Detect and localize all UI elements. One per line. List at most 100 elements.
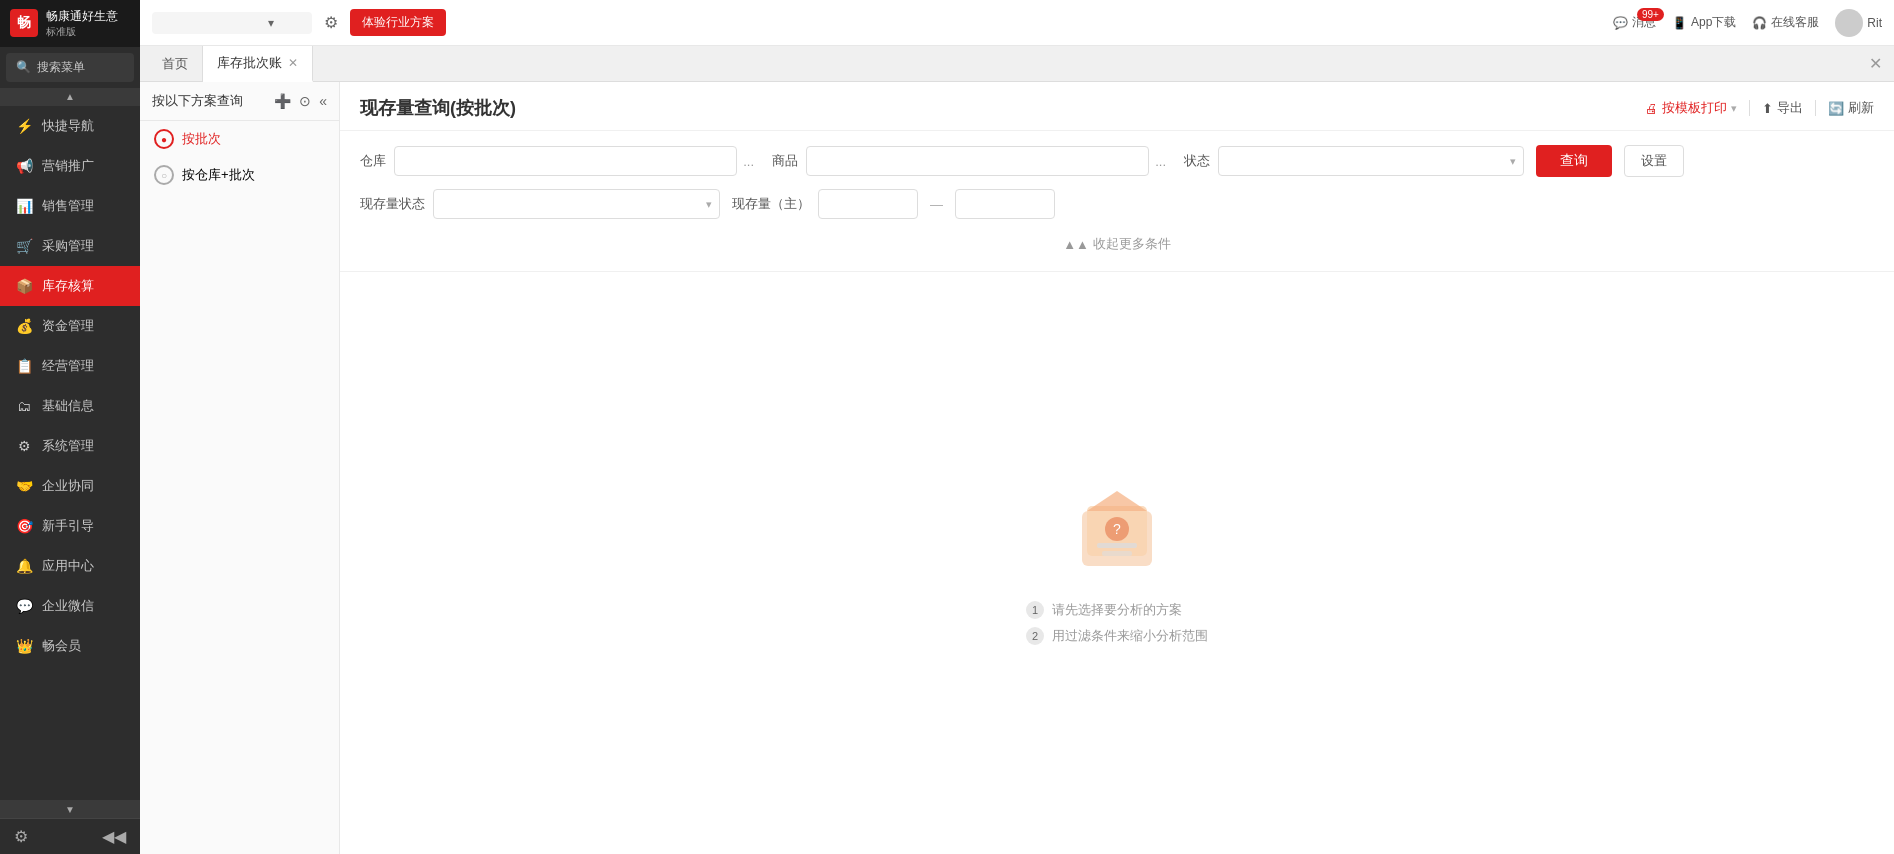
query-btn[interactable]: 查询 — [1536, 145, 1612, 177]
sidebar-item-sales[interactable]: 📊 销售管理 — [0, 186, 140, 226]
empty-tips: 1 请先选择要分析的方案 2 用过滤条件来缩小分析范围 — [1026, 601, 1208, 645]
app-download-btn[interactable]: 📱 App下载 — [1672, 14, 1736, 31]
marketing-icon: 📢 — [14, 156, 34, 176]
product-input[interactable] — [806, 146, 1149, 176]
refresh-btn[interactable]: 🔄 刷新 — [1828, 99, 1874, 117]
app-title: 畅康通好生意 — [46, 8, 118, 25]
inventory-status-label: 现存量状态 — [360, 195, 425, 213]
apps-icon: 🔔 — [14, 556, 34, 576]
print-chevron-icon[interactable]: ▾ — [1731, 102, 1737, 115]
empty-state: ? 1 请先选择要分析的方案 2 用过滤条件来缩小分析范围 — [340, 272, 1894, 854]
settings-plan-icon[interactable]: ⊙ — [299, 93, 311, 109]
sidebar-scroll-up[interactable]: ▲ — [0, 88, 140, 106]
sidebar-item-label: 资金管理 — [42, 317, 94, 335]
settings-btn[interactable]: 设置 — [1624, 145, 1684, 177]
tab-close-icon[interactable]: ✕ — [288, 56, 298, 70]
svg-text:?: ? — [1113, 521, 1121, 537]
tab-inventory-batch[interactable]: 库存批次账 ✕ — [203, 46, 313, 82]
plan-item-warehouse-batch[interactable]: ○ 按仓库+批次 — [140, 157, 339, 193]
sidebar-item-inventory[interactable]: 📦 库存核算 — [0, 266, 140, 306]
app-logo: 畅 — [10, 9, 38, 37]
collapse-btn[interactable]: ▲▲ 收起更多条件 — [1051, 231, 1183, 257]
avatar — [1835, 9, 1863, 37]
topbar-search-box[interactable]: ▾ — [152, 12, 312, 34]
sidebar-header: 畅 畅康通好生意 标准版 — [0, 0, 140, 47]
messages-btn[interactable]: 💬 消息 99+ — [1613, 14, 1656, 31]
sidebar-search-label: 搜索菜单 — [37, 59, 85, 76]
online-support-btn[interactable]: 🎧 在线客服 — [1752, 14, 1819, 31]
plan-warehouse-batch-label: 按仓库+批次 — [182, 166, 255, 184]
sidebar-item-guide[interactable]: 🎯 新手引导 — [0, 506, 140, 546]
plan-item-batch[interactable]: ● 按批次 — [140, 121, 339, 157]
sidebar-item-system[interactable]: ⚙ 系统管理 — [0, 426, 140, 466]
collab-icon: 🤝 — [14, 476, 34, 496]
empty-illustration: ? — [1067, 481, 1167, 581]
add-plan-icon[interactable]: ➕ — [274, 93, 291, 109]
left-panel: 按以下方案查询 ➕ ⊙ « ● 按批次 ○ 按仓库+批次 — [140, 82, 340, 854]
plan-batch-label: 按批次 — [182, 130, 221, 148]
divider — [1749, 100, 1750, 116]
app-title-wrap: 畅康通好生意 标准版 — [46, 8, 118, 39]
tab-home[interactable]: 首页 — [148, 46, 203, 82]
collapse-btn-label: 收起更多条件 — [1093, 235, 1171, 253]
online-support-label: 在线客服 — [1771, 14, 1819, 31]
inventory-status-select[interactable] — [433, 189, 720, 219]
product-more-btn[interactable]: ... — [1149, 154, 1172, 169]
tip1-text: 请先选择要分析的方案 — [1052, 601, 1182, 619]
svg-rect-5 — [1097, 543, 1137, 548]
user-info[interactable]: Rit — [1835, 9, 1882, 37]
qty-max-input[interactable] — [955, 189, 1055, 219]
sidebar-item-purchase[interactable]: 🛒 采购管理 — [0, 226, 140, 266]
chevron-down-icon[interactable]: ▾ — [268, 16, 274, 30]
sidebar-item-marketing[interactable]: 📢 营销推广 — [0, 146, 140, 186]
sidebar-item-apps[interactable]: 🔔 应用中心 — [0, 546, 140, 586]
sidebar-item-label: 经营管理 — [42, 357, 94, 375]
sidebar-search[interactable]: 🔍 搜索菜单 — [6, 53, 134, 82]
sidebar-scroll-down[interactable]: ▼ — [0, 800, 140, 818]
app-download-label: App下载 — [1691, 14, 1736, 31]
print-btn[interactable]: 🖨 按模板打印 ▾ — [1645, 99, 1737, 117]
qty-min-input[interactable] — [818, 189, 918, 219]
sidebar-item-wechat[interactable]: 💬 企业微信 — [0, 586, 140, 626]
export-btn[interactable]: ⬆ 导出 — [1762, 99, 1803, 117]
sidebar-item-basic[interactable]: 🗂 基础信息 — [0, 386, 140, 426]
plan-warehouse-batch-icon: ○ — [154, 165, 174, 185]
sidebar-item-collab[interactable]: 🤝 企业协同 — [0, 466, 140, 506]
filter-row-2: 现存量状态 ▾ 现存量（主） — — [360, 189, 1874, 219]
sidebar-item-label: 基础信息 — [42, 397, 94, 415]
refresh-label: 刷新 — [1848, 99, 1874, 117]
sidebar-item-label: 企业微信 — [42, 597, 94, 615]
messages-badge: 99+ — [1637, 8, 1664, 21]
inventory-icon: 📦 — [14, 276, 34, 296]
topbar-search-input[interactable] — [162, 16, 262, 30]
sidebar-item-ops[interactable]: 📋 经营管理 — [0, 346, 140, 386]
inventory-qty-group: 现存量（主） — — [732, 189, 1874, 219]
collapse-panel-icon[interactable]: « — [319, 93, 327, 109]
app-version: 标准版 — [46, 25, 118, 39]
svg-rect-6 — [1102, 551, 1132, 556]
collapse-sidebar-icon[interactable]: ◀◀ — [102, 827, 126, 846]
sidebar-item-label: 营销推广 — [42, 157, 94, 175]
tip2-num: 2 — [1026, 627, 1044, 645]
main-content: 现存量查询(按批次) 🖨 按模板打印 ▾ ⬆ 导出 🔄 — [340, 82, 1894, 854]
sidebar-item-finance[interactable]: 💰 资金管理 — [0, 306, 140, 346]
basic-icon: 🗂 — [14, 396, 34, 416]
settings-icon[interactable]: ⚙ — [14, 827, 28, 846]
experience-btn[interactable]: 体验行业方案 — [350, 9, 446, 36]
sidebar-item-member[interactable]: 👑 畅会员 — [0, 626, 140, 666]
status-select[interactable] — [1218, 146, 1524, 176]
sidebar-item-quicknav[interactable]: ⚡ 快捷导航 — [0, 106, 140, 146]
warehouse-input[interactable] — [394, 146, 737, 176]
guide-icon: 🎯 — [14, 516, 34, 536]
inventory-status-select-wrap: ▾ — [433, 189, 720, 219]
left-panel-icons: ➕ ⊙ « — [274, 93, 327, 109]
sidebar-item-label: 新手引导 — [42, 517, 94, 535]
close-all-tabs-icon[interactable]: ✕ — [1869, 54, 1882, 73]
print-label: 按模板打印 — [1662, 99, 1727, 117]
sidebar-item-label: 快捷导航 — [42, 117, 94, 135]
page-header: 现存量查询(按批次) 🖨 按模板打印 ▾ ⬆ 导出 🔄 — [340, 82, 1894, 131]
topbar-gear-icon[interactable]: ⚙ — [320, 9, 342, 36]
export-icon: ⬆ — [1762, 101, 1773, 116]
warehouse-more-btn[interactable]: ... — [737, 154, 760, 169]
search-icon: 🔍 — [16, 60, 31, 74]
